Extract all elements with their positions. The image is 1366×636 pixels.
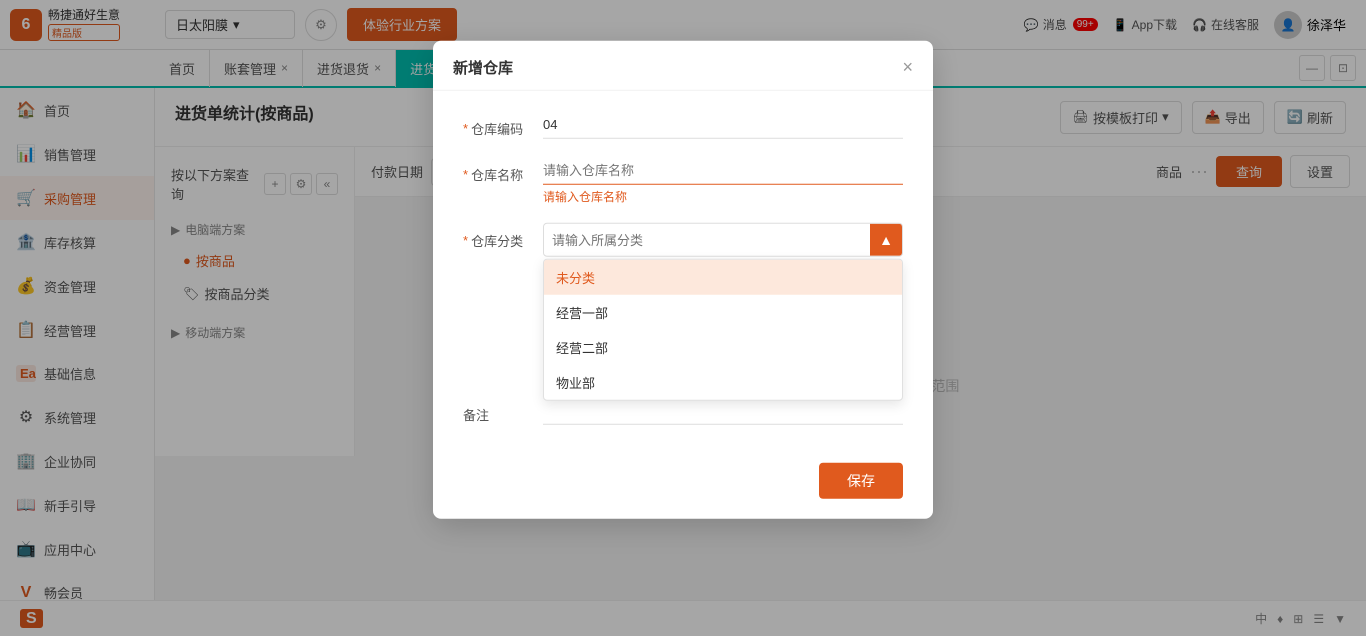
add-warehouse-dialog: 新增仓库 × * 仓库编码 * 仓库名称 请输入仓库名称 [433,41,933,519]
dropdown-item-uncategorized[interactable]: 未分类 [544,260,902,295]
code-input[interactable] [543,111,903,139]
name-form-row: * 仓库名称 请输入仓库名称 [463,157,903,205]
remark-form-row: 备注 [463,397,903,425]
name-input[interactable] [543,157,903,185]
remark-label: 备注 [463,397,543,424]
dropdown-item-dept1[interactable]: 经营一部 [544,295,902,330]
category-input[interactable] [544,226,870,253]
category-arrow-button[interactable]: ▲ [870,224,902,256]
dialog-title: 新增仓库 [453,57,513,78]
code-field [543,111,903,139]
category-form-row: * 仓库分类 ▲ 未分类 经营一部 经营二部 [463,223,903,257]
name-label: * 仓库名称 [463,157,543,184]
dropdown-item-dept3[interactable]: 物业部 [544,365,902,400]
name-field: 请输入仓库名称 [543,157,903,205]
code-form-row: * 仓库编码 [463,111,903,139]
category-label: * 仓库分类 [463,223,543,250]
name-error-message: 请输入仓库名称 [543,188,903,205]
category-input-wrap: ▲ [543,223,903,257]
category-dropdown: 未分类 经营一部 经营二部 物业部 [543,259,903,401]
dropdown-item-dept2[interactable]: 经营二部 [544,330,902,365]
remark-field [543,397,903,425]
category-field: ▲ 未分类 经营一部 经营二部 物业部 [543,223,903,257]
remark-input[interactable] [543,397,903,425]
dialog-body: * 仓库编码 * 仓库名称 请输入仓库名称 * 仓库分类 [433,91,933,453]
dialog-footer: 保存 [433,453,933,519]
code-label: * 仓库编码 [463,111,543,138]
dialog-close-button[interactable]: × [902,57,913,78]
save-button[interactable]: 保存 [819,463,903,499]
dialog-header: 新增仓库 × [433,41,933,91]
